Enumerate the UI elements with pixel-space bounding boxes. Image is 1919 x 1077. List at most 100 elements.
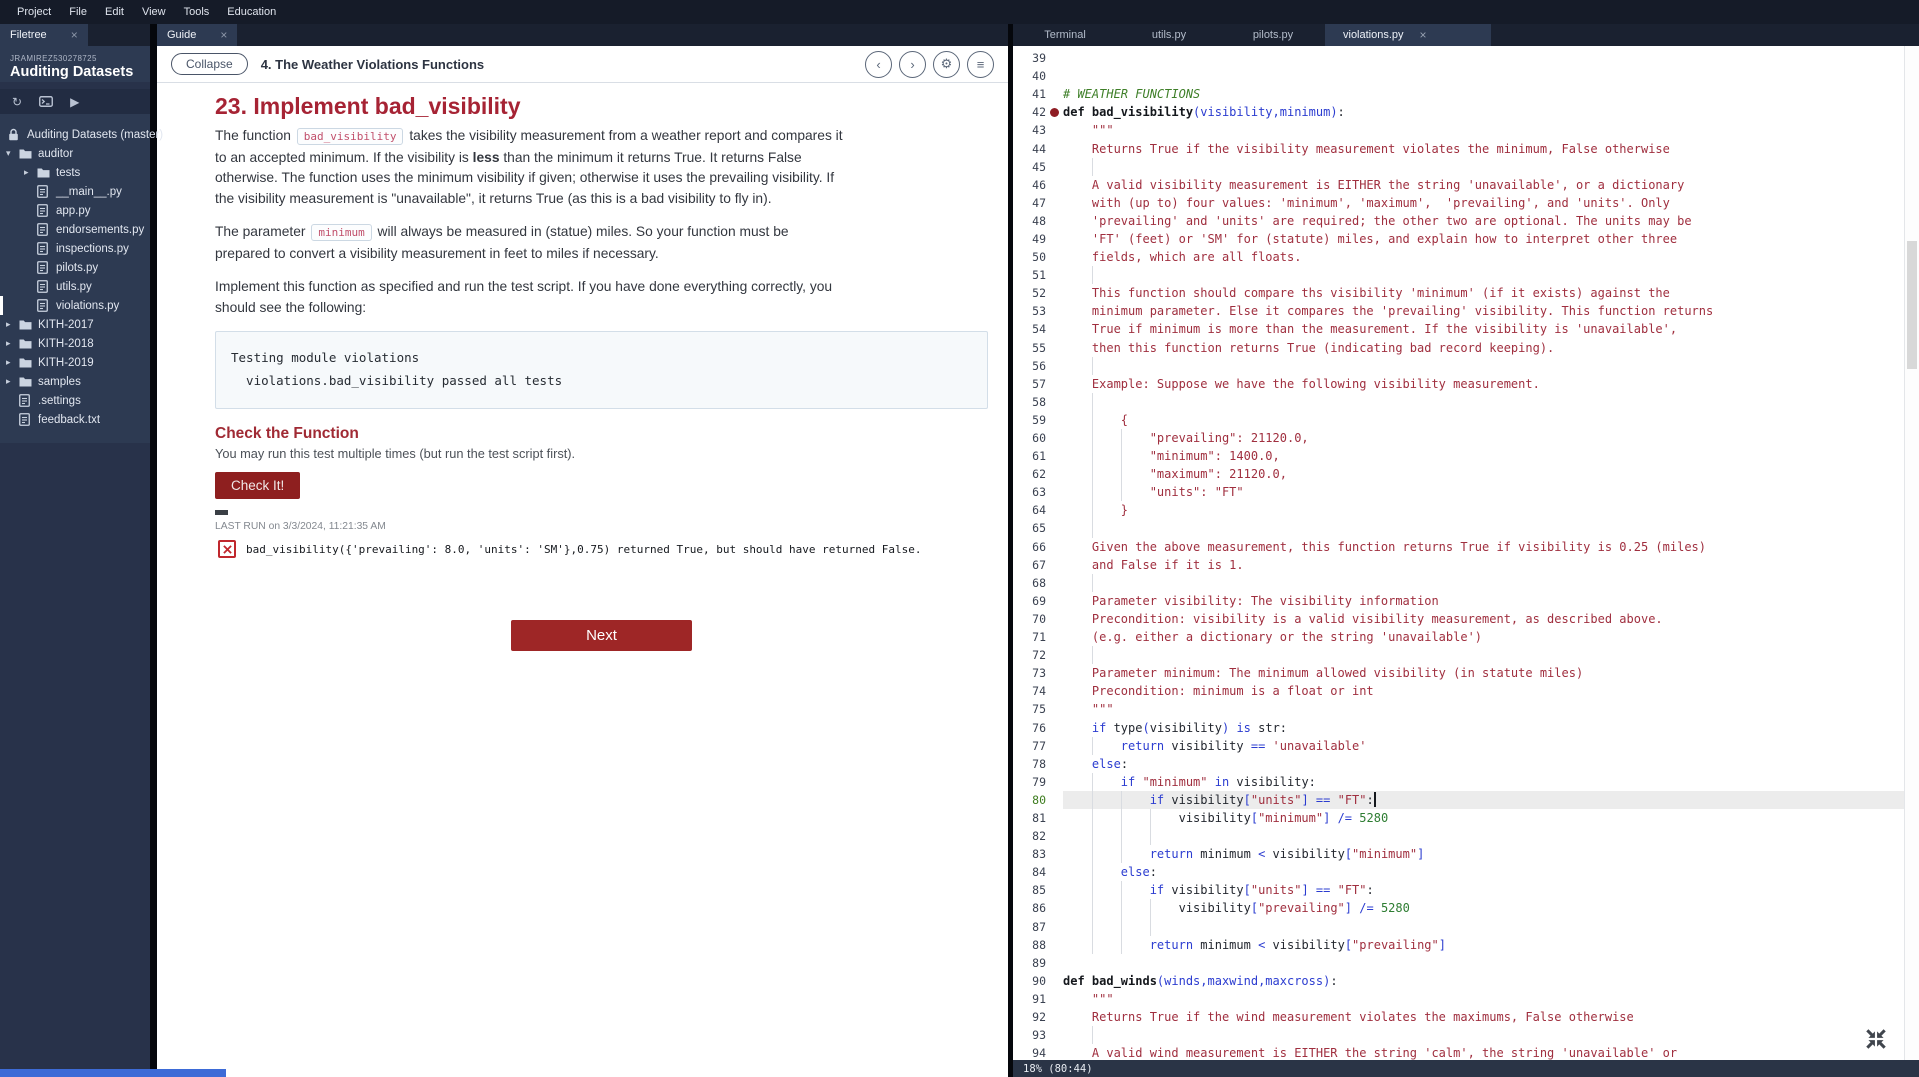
line-number[interactable]: 74 [1013, 684, 1063, 698]
caret-down-icon[interactable]: ▾ [6, 148, 19, 159]
line-number[interactable]: 67 [1013, 558, 1063, 572]
line-number[interactable]: 66 [1013, 540, 1063, 554]
terminal-icon[interactable] [39, 96, 53, 107]
code-line[interactable]: 93 [1013, 1026, 1919, 1044]
code-line[interactable]: 43 """ [1013, 121, 1919, 139]
line-number[interactable]: 80 [1013, 793, 1063, 807]
line-number[interactable]: 43 [1013, 123, 1063, 137]
line-number[interactable]: 73 [1013, 666, 1063, 680]
check-it-button[interactable]: Check It! [215, 472, 300, 499]
menu-edit[interactable]: Edit [96, 6, 133, 18]
code-line[interactable]: 70 Precondition: visibility is a valid v… [1013, 610, 1919, 628]
line-number[interactable]: 60 [1013, 431, 1063, 445]
caret-right-icon[interactable]: ▸ [24, 167, 37, 178]
line-number[interactable]: 53 [1013, 304, 1063, 318]
caret-right-icon[interactable]: ▸ [6, 338, 19, 349]
line-number[interactable]: 78 [1013, 757, 1063, 771]
code-line[interactable]: 62 "maximum": 21120.0, [1013, 465, 1919, 483]
caret-right-icon[interactable]: ▸ [6, 376, 19, 387]
line-number[interactable]: 79 [1013, 775, 1063, 789]
code-line[interactable]: 66 Given the above measurement, this fun… [1013, 538, 1919, 556]
line-number[interactable]: 54 [1013, 322, 1063, 336]
code-line[interactable]: 72 [1013, 646, 1919, 664]
code-line[interactable]: 61 "minimum": 1400.0, [1013, 447, 1919, 465]
line-number[interactable]: 57 [1013, 377, 1063, 391]
prev-icon[interactable]: ‹ [865, 51, 892, 78]
code-line[interactable]: 89 [1013, 954, 1919, 972]
line-number[interactable]: 63 [1013, 485, 1063, 499]
code-line[interactable]: 76 if type(visibility) is str: [1013, 718, 1919, 736]
line-number[interactable]: 48 [1013, 214, 1063, 228]
line-number[interactable]: 58 [1013, 395, 1063, 409]
editor-tab-violations.py[interactable]: violations.py× [1325, 24, 1491, 46]
tree-item--main-.py[interactable]: __main__.py [0, 182, 150, 201]
line-number[interactable]: 77 [1013, 739, 1063, 753]
code-line[interactable]: 71 (e.g. either a dictionary or the stri… [1013, 628, 1919, 646]
caret-right-icon[interactable]: ▸ [6, 357, 19, 368]
editor-tab-utils.py[interactable]: utils.py [1117, 24, 1221, 46]
tree-item-inspections.py[interactable]: inspections.py [0, 239, 150, 258]
line-number[interactable]: 87 [1013, 920, 1063, 934]
code-line[interactable]: 74 Precondition: minimum is a float or i… [1013, 682, 1919, 700]
code-line[interactable]: 58 [1013, 393, 1919, 411]
tree-item-auditing-datasets-master-[interactable]: Auditing Datasets (master) [0, 125, 150, 144]
line-number[interactable]: 71 [1013, 630, 1063, 644]
tree-item-kith-2019[interactable]: ▸KITH-2019 [0, 353, 150, 372]
line-number[interactable]: 45 [1013, 160, 1063, 174]
tree-item-.settings[interactable]: .settings [0, 391, 150, 410]
line-number[interactable]: 69 [1013, 594, 1063, 608]
code-line[interactable]: 63 "units": "FT" [1013, 483, 1919, 501]
code-line[interactable]: 78 else: [1013, 755, 1919, 773]
code-line[interactable]: 47 with (up to) four values: 'minimum', … [1013, 194, 1919, 212]
line-number[interactable]: 64 [1013, 503, 1063, 517]
code-line[interactable]: 87 [1013, 918, 1919, 936]
code-line[interactable]: 81 visibility["minimum"] /= 5280 [1013, 809, 1919, 827]
code-line[interactable]: 67 and False if it is 1. [1013, 556, 1919, 574]
menu-icon[interactable]: ≡ [967, 51, 994, 78]
code-line[interactable]: 64 } [1013, 501, 1919, 519]
code-line[interactable]: 55 then this function returns True (indi… [1013, 339, 1919, 357]
code-line[interactable]: 51 [1013, 266, 1919, 284]
tree-item-kith-2017[interactable]: ▸KITH-2017 [0, 315, 150, 334]
caret-right-icon[interactable]: ▸ [6, 319, 19, 330]
line-number[interactable]: 91 [1013, 992, 1063, 1006]
line-number[interactable]: 83 [1013, 847, 1063, 861]
editor-tab-terminal[interactable]: Terminal [1013, 24, 1117, 46]
line-number[interactable]: 44 [1013, 142, 1063, 156]
line-number[interactable]: 75 [1013, 702, 1063, 716]
panel-divider[interactable] [150, 24, 157, 1077]
code-line[interactable]: 39 [1013, 49, 1919, 67]
tree-item-auditor[interactable]: ▾auditor [0, 144, 150, 163]
line-number[interactable]: 94 [1013, 1046, 1063, 1060]
line-number[interactable]: 46 [1013, 178, 1063, 192]
line-number[interactable]: 84 [1013, 865, 1063, 879]
line-number[interactable]: 81 [1013, 811, 1063, 825]
tree-item-samples[interactable]: ▸samples [0, 372, 150, 391]
line-number[interactable]: 92 [1013, 1010, 1063, 1024]
code-line[interactable]: 68 [1013, 574, 1919, 592]
run-icon[interactable]: ▶ [70, 96, 79, 108]
code-line[interactable]: 65 [1013, 519, 1919, 537]
guide-tab[interactable]: Guide × [157, 24, 237, 46]
line-number[interactable]: 52 [1013, 286, 1063, 300]
code-line[interactable]: 75 """ [1013, 700, 1919, 718]
code-line[interactable]: 91 """ [1013, 990, 1919, 1008]
collapse-button[interactable]: Collapse [171, 53, 248, 75]
code-line[interactable]: 79 if "minimum" in visibility: [1013, 773, 1919, 791]
line-number[interactable]: 56 [1013, 359, 1063, 373]
editor-scrollbar[interactable] [1904, 46, 1919, 1060]
line-number[interactable]: 70 [1013, 612, 1063, 626]
breakpoint-icon[interactable] [1050, 108, 1059, 117]
code-line[interactable]: 90def bad_winds(winds,maxwind,maxcross): [1013, 972, 1919, 990]
close-icon[interactable]: × [1420, 28, 1427, 42]
line-number[interactable]: 55 [1013, 341, 1063, 355]
line-number[interactable]: 49 [1013, 232, 1063, 246]
tree-item-kith-2018[interactable]: ▸KITH-2018 [0, 334, 150, 353]
menu-file[interactable]: File [60, 6, 96, 18]
exit-fullscreen-icon[interactable] [1863, 1026, 1889, 1052]
close-icon[interactable]: × [71, 28, 78, 42]
collapsed-handle[interactable] [215, 510, 228, 515]
line-number[interactable]: 41 [1013, 87, 1063, 101]
next-icon[interactable]: › [899, 51, 926, 78]
code-line[interactable]: 48 'prevailing' and 'units' are required… [1013, 212, 1919, 230]
